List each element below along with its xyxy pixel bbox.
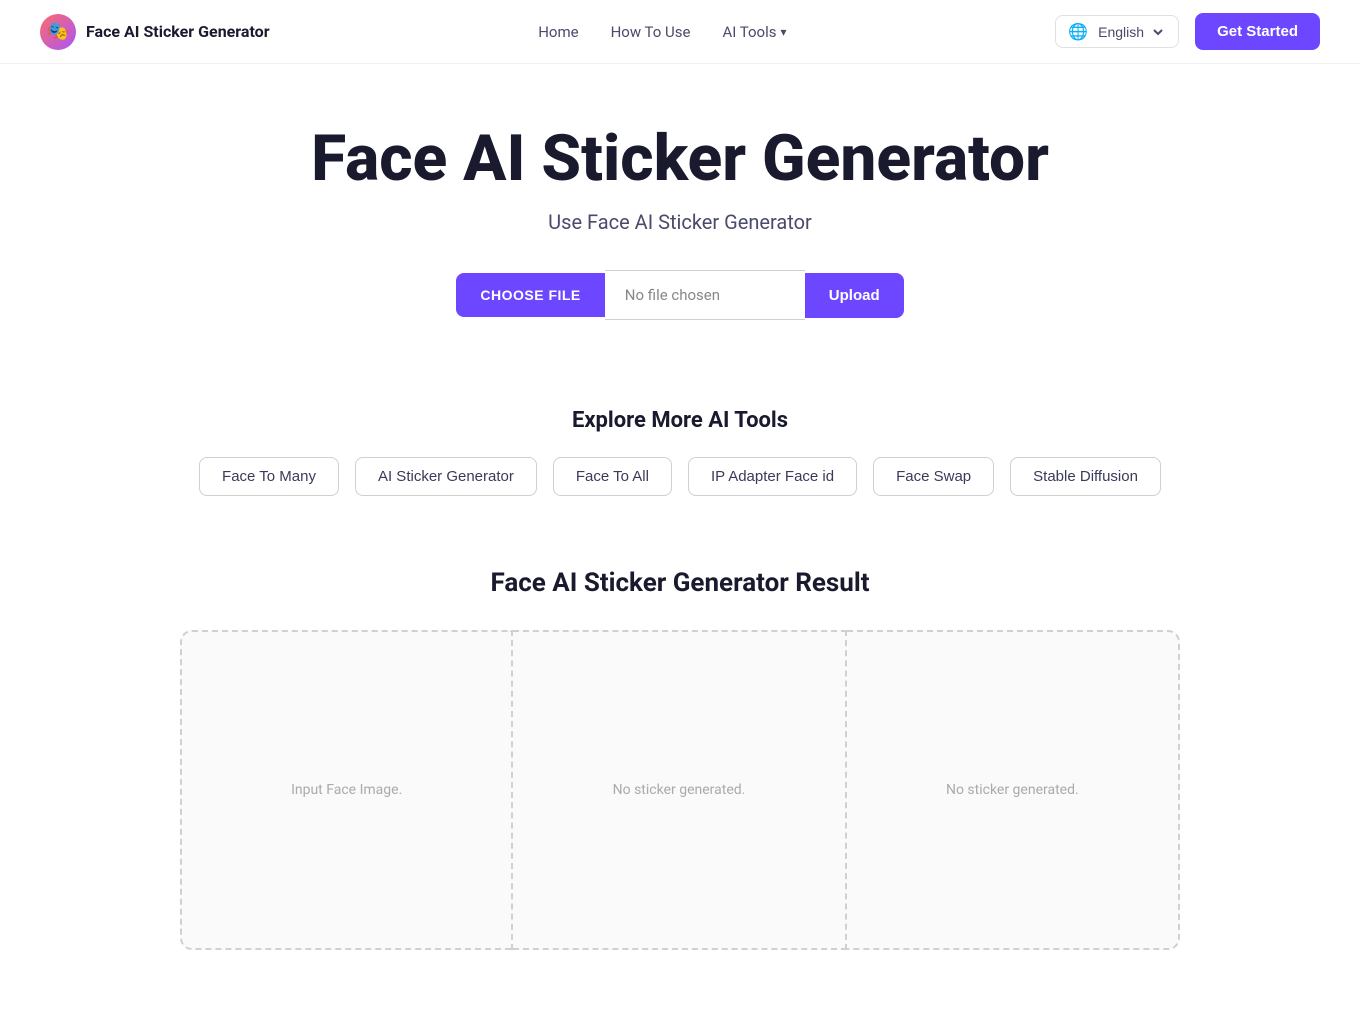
nav-ai-tools[interactable]: AI Tools ▾ — [722, 23, 786, 41]
language-dropdown[interactable]: English Spanish French Chinese — [1094, 23, 1166, 41]
nav-brand-group: 🎭 Face AI Sticker Generator — [40, 14, 270, 50]
nav-right-group: 🌐 English Spanish French Chinese Get Sta… — [1055, 13, 1320, 50]
nav-how-to-use[interactable]: How To Use — [611, 23, 691, 41]
page-title: Face AI Sticker Generator — [40, 124, 1320, 194]
hero-section: Face AI Sticker Generator Use Face AI St… — [0, 64, 1360, 360]
nav-ai-tools-label: AI Tools — [722, 23, 776, 41]
upload-row: CHOOSE FILE No file chosen Upload — [40, 270, 1320, 320]
file-name-display: No file chosen — [605, 270, 805, 320]
get-started-button[interactable]: Get Started — [1195, 13, 1320, 50]
language-selector[interactable]: 🌐 English Spanish French Chinese — [1055, 15, 1179, 48]
hero-subtitle: Use Face AI Sticker Generator — [40, 210, 1320, 234]
result-card: Input Face Image. — [180, 630, 513, 950]
explore-title: Explore More AI Tools — [40, 408, 1320, 433]
chevron-down-icon: ▾ — [781, 25, 787, 39]
brand-name: Face AI Sticker Generator — [86, 22, 270, 41]
choose-file-button[interactable]: CHOOSE FILE — [456, 273, 604, 317]
upload-button[interactable]: Upload — [805, 273, 904, 318]
brand-logo: 🎭 — [40, 14, 76, 50]
tool-tag[interactable]: Face To All — [553, 457, 672, 496]
tool-tag[interactable]: AI Sticker Generator — [355, 457, 537, 496]
tool-tag[interactable]: Face Swap — [873, 457, 994, 496]
result-section: Face AI Sticker Generator Result Input F… — [0, 528, 1360, 1010]
nav-home[interactable]: Home — [538, 23, 578, 41]
tool-tag[interactable]: Face To Many — [199, 457, 339, 496]
tools-row: Face To Many AI Sticker Generator Face To … — [40, 457, 1320, 496]
tool-tag[interactable]: Stable Diffusion — [1010, 457, 1161, 496]
tool-tag[interactable]: IP Adapter Face id — [688, 457, 857, 496]
result-title: Face AI Sticker Generator Result — [40, 568, 1320, 598]
explore-section: Explore More AI Tools Face To Many AI Sti… — [0, 360, 1360, 528]
result-card: No sticker generated. — [847, 630, 1180, 950]
globe-icon: 🌐 — [1068, 22, 1088, 41]
nav-links: Home How To Use AI Tools ▾ — [538, 23, 786, 41]
result-grid: Input Face Image.No sticker generated.No… — [180, 630, 1180, 950]
result-card: No sticker generated. — [513, 630, 846, 950]
navbar: 🎭 Face AI Sticker Generator Home How To … — [0, 0, 1360, 64]
